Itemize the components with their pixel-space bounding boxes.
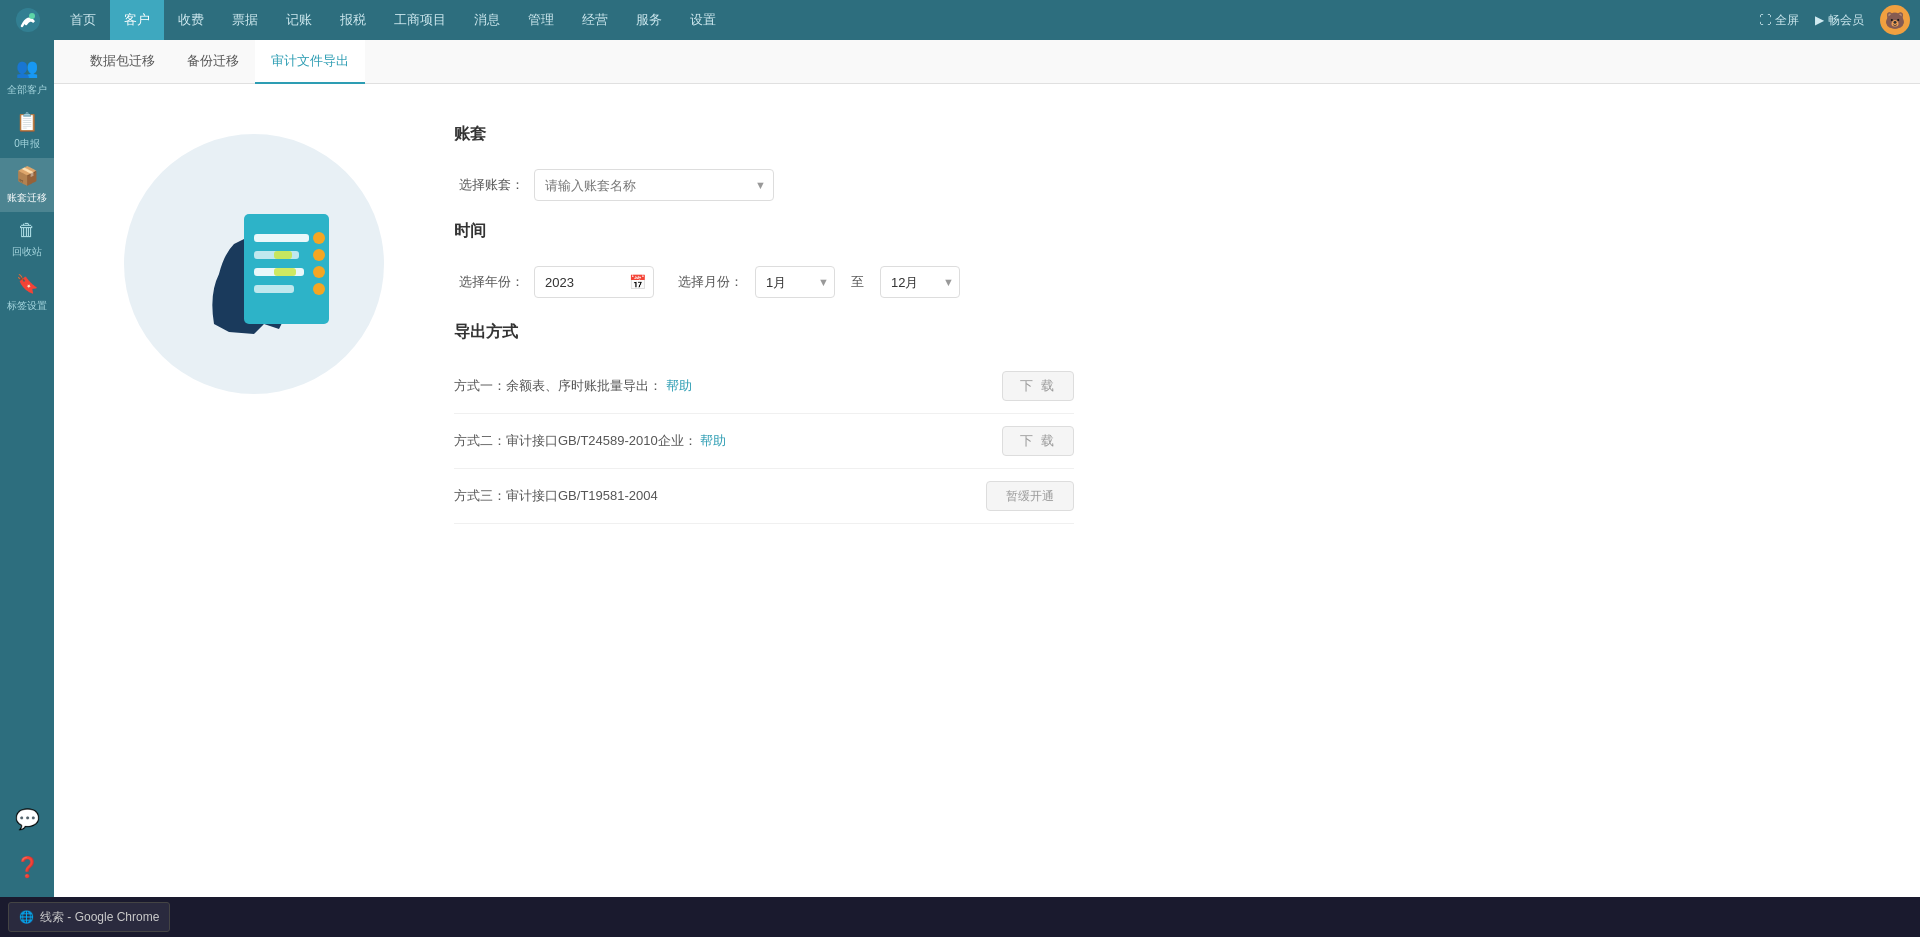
nav-home[interactable]: 首页 (56, 0, 110, 40)
nav-message[interactable]: 消息 (460, 0, 514, 40)
month-end-wrapper: 1月2月3月4月 5月6月7月8月 9月10月11月 12月 ▼ (880, 266, 960, 298)
year-input[interactable] (534, 266, 654, 298)
tab-audit-export[interactable]: 审计文件导出 (255, 40, 365, 84)
nav-invoice[interactable]: 票据 (218, 0, 272, 40)
help-icon[interactable]: ❓ (7, 847, 47, 887)
account-input[interactable] (534, 169, 774, 201)
nav-items: 首页 客户 收费 票据 记账 报税 工商项目 消息 管理 经营 服务 设置 (56, 0, 1759, 40)
svg-point-9 (313, 266, 325, 278)
migrate-icon: 📦 (16, 165, 38, 187)
svg-rect-6 (254, 285, 294, 293)
sidebar-item-label: 账套迁移 (7, 191, 47, 205)
method2-help-link[interactable]: 帮助 (700, 433, 726, 448)
nav-service[interactable]: 服务 (622, 0, 676, 40)
chat-icon[interactable]: 💬 (7, 799, 47, 839)
svg-point-1 (29, 13, 35, 19)
tab-data-migrate[interactable]: 数据包迁移 (74, 40, 171, 84)
time-section-title: 时间 (454, 221, 1074, 250)
page-content: 账套 选择账套： ▼ 时间 选择年份： 📅 (54, 84, 1920, 897)
nav-settings[interactable]: 设置 (676, 0, 730, 40)
method2-download-btn[interactable]: 下 载 (1002, 426, 1074, 456)
export-method-3-text: 方式三：审计接口GB/T19581-2004 (454, 487, 658, 505)
nav-fee[interactable]: 收费 (164, 0, 218, 40)
fullscreen-icon: ⛶ (1759, 13, 1771, 27)
member-btn[interactable]: ▶ 畅会员 (1815, 12, 1864, 29)
sidebar-item-tag-settings[interactable]: 🔖 标签设置 (0, 266, 54, 320)
top-nav-right: ⛶ 全屏 ▶ 畅会员 🐻 (1759, 5, 1910, 35)
sidebar-item-label: 全部客户 (7, 83, 47, 97)
fullscreen-btn[interactable]: ⛶ 全屏 (1759, 12, 1799, 29)
sidebar-item-zero-declare[interactable]: 📋 0申报 (0, 104, 54, 158)
illustration-circle (124, 134, 384, 394)
declare-icon: 📋 (16, 111, 38, 133)
top-nav: 首页 客户 收费 票据 记账 报税 工商项目 消息 管理 经营 服务 设置 ⛶ … (0, 0, 1920, 40)
method1-download-btn[interactable]: 下 载 (1002, 371, 1074, 401)
sidebar-item-label: 0申报 (14, 137, 40, 151)
member-icon: ▶ (1815, 13, 1824, 27)
export-method-2-row: 方式二：审计接口GB/T24589-2010企业： 帮助 下 载 (454, 414, 1074, 469)
year-label: 选择年份： (454, 273, 524, 291)
svg-point-10 (313, 283, 325, 295)
sidebar-bottom: 💬 ❓ (7, 799, 47, 897)
member-label: 畅会员 (1828, 12, 1864, 29)
content-area: 数据包迁移 备份迁移 审计文件导出 (54, 40, 1920, 897)
sidebar-item-label: 回收站 (12, 245, 42, 259)
main-layout: 👥 全部客户 📋 0申报 📦 账套迁移 🗑 回收站 🔖 标签设置 💬 ❓ 数据包… (0, 40, 1920, 897)
export-method-3-row: 方式三：审计接口GB/T19581-2004 暂缓开通 (454, 469, 1074, 524)
time-row: 选择年份： 📅 选择月份： 1月2月3月4月 5月6月7月8月 9月10月11月… (454, 266, 1074, 298)
method1-help-link[interactable]: 帮助 (666, 378, 692, 393)
nav-tax[interactable]: 报税 (326, 0, 380, 40)
fullscreen-label: 全屏 (1775, 12, 1799, 29)
tab-backup-migrate[interactable]: 备份迁移 (171, 40, 255, 84)
to-separator: 至 (851, 273, 864, 291)
illustration-area (114, 124, 394, 404)
export-method-1-text: 方式一：余额表、序时账批量导出： 帮助 (454, 377, 692, 395)
nav-bookkeeping[interactable]: 记账 (272, 0, 326, 40)
export-method-2-text: 方式二：审计接口GB/T24589-2010企业： 帮助 (454, 432, 726, 450)
month-start-select[interactable]: 1月2月3月4月 5月6月7月8月 9月10月11月12月 (755, 266, 835, 298)
nav-operation[interactable]: 经营 (568, 0, 622, 40)
month-start-wrapper: 1月2月3月4月 5月6月7月8月 9月10月11月12月 ▼ (755, 266, 835, 298)
account-label: 选择账套： (454, 176, 524, 194)
time-inputs: 📅 选择月份： 1月2月3月4月 5月6月7月8月 9月10月11月12月 ▼ … (534, 266, 960, 298)
svg-point-8 (313, 249, 325, 261)
account-row: 选择账套： ▼ (454, 169, 1074, 201)
export-section-title: 导出方式 (454, 322, 1074, 343)
sidebar: 👥 全部客户 📋 0申报 📦 账套迁移 🗑 回收站 🔖 标签设置 💬 ❓ (0, 40, 54, 897)
users-icon: 👥 (16, 57, 38, 79)
taskbar: 🌐 线索 - Google Chrome (0, 897, 1920, 937)
taskbar-item-label: 线索 - Google Chrome (40, 909, 159, 926)
nav-customer[interactable]: 客户 (110, 0, 164, 40)
svg-rect-11 (274, 251, 292, 259)
account-section-title: 账套 (454, 124, 1074, 153)
account-select-wrapper: ▼ (534, 169, 774, 201)
sidebar-item-label: 标签设置 (7, 299, 47, 313)
sidebar-item-all-customers[interactable]: 👥 全部客户 (0, 50, 54, 104)
nav-manage[interactable]: 管理 (514, 0, 568, 40)
sidebar-item-account-migrate[interactable]: 📦 账套迁移 (0, 158, 54, 212)
nav-business[interactable]: 工商项目 (380, 0, 460, 40)
month-label: 选择月份： (678, 273, 743, 291)
export-method-1-row: 方式一：余额表、序时账批量导出： 帮助 下 载 (454, 359, 1074, 414)
app-logo (10, 2, 46, 38)
svg-point-7 (313, 232, 325, 244)
tabs-bar: 数据包迁移 备份迁移 审计文件导出 (54, 40, 1920, 84)
avatar[interactable]: 🐻 (1880, 5, 1910, 35)
year-input-wrapper: 📅 (534, 266, 654, 298)
tag-icon: 🔖 (16, 273, 38, 295)
chrome-icon: 🌐 (19, 910, 34, 924)
taskbar-chrome-item[interactable]: 🌐 线索 - Google Chrome (8, 902, 170, 932)
month-end-select[interactable]: 1月2月3月4月 5月6月7月8月 9月10月11月 12月 (880, 266, 960, 298)
svg-rect-3 (254, 234, 309, 242)
svg-rect-12 (274, 268, 296, 276)
sidebar-item-recycle[interactable]: 🗑 回收站 (0, 212, 54, 266)
method3-coming-soon-btn[interactable]: 暂缓开通 (986, 481, 1074, 511)
trash-icon: 🗑 (18, 220, 36, 241)
form-area: 账套 选择账套： ▼ 时间 选择年份： 📅 (454, 124, 1074, 524)
